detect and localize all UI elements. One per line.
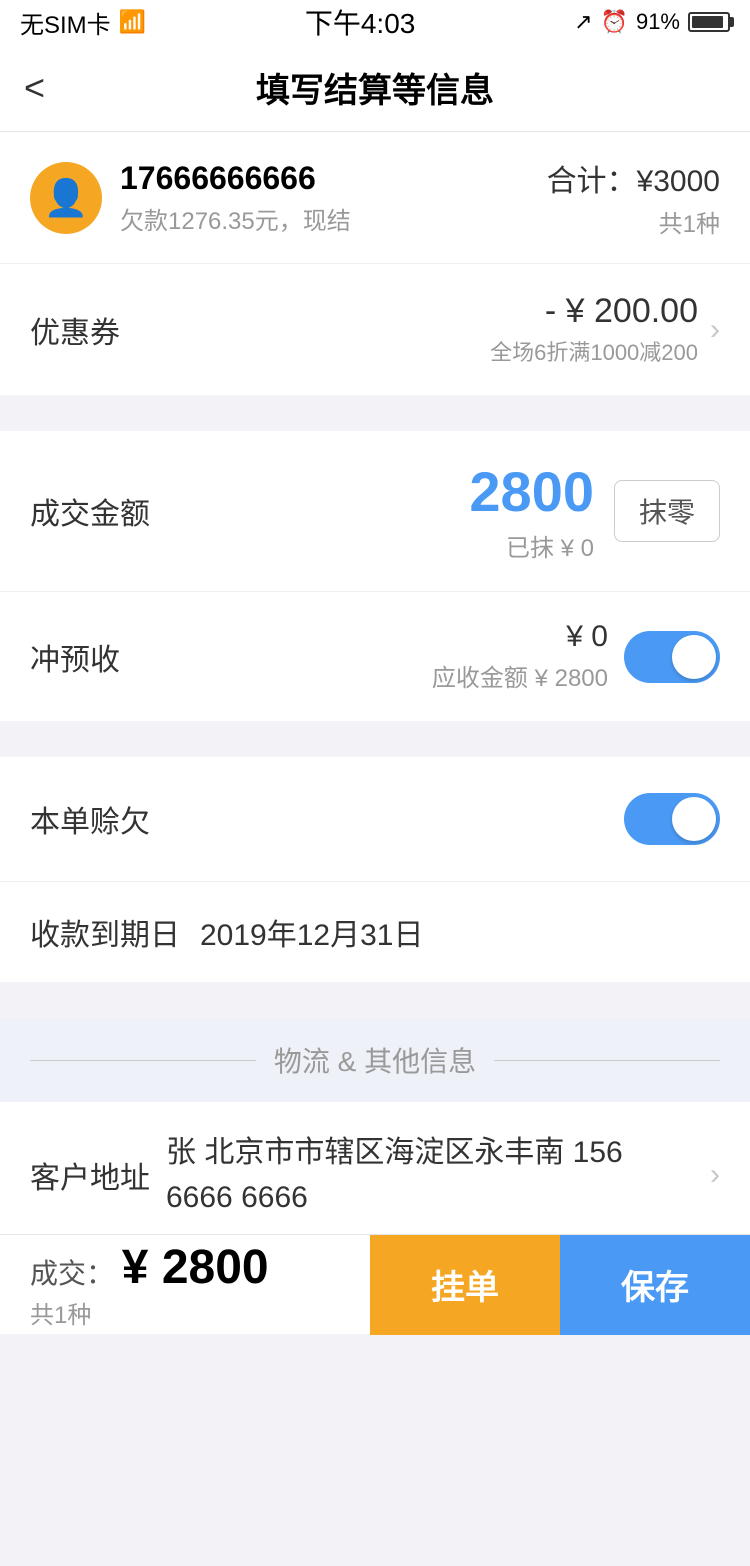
customer-left: 👤 17666666666 欠款1276.35元，现结 <box>30 160 351 236</box>
time-label: 下午4:03 <box>305 2 416 42</box>
back-button[interactable]: < <box>24 67 45 109</box>
footer-deal-amount: ¥ 2800 <box>122 1241 269 1294</box>
pending-button[interactable]: 挂单 <box>370 1235 560 1335</box>
deal-amount-card: 成交金额 2800 已抹 ¥ 0 抹零 冲预收 ¥ 0 应收金额 ¥ 2800 <box>0 431 750 721</box>
coupon-desc: 全场6折满1000减200 <box>490 335 698 367</box>
deal-amount-right: 2800 已抹 ¥ 0 抹零 <box>469 459 720 563</box>
footer-deal-count: 共1种 <box>30 1295 340 1330</box>
total-amount: 合计：¥3000 <box>547 156 720 200</box>
carrier-label: 无SIM卡 <box>20 5 111 40</box>
chong-sub-amount: 应收金额 ¥ 2800 <box>432 658 608 693</box>
bensingle-toggle[interactable] <box>624 793 720 845</box>
footer-spacer <box>0 1466 750 1566</box>
footer-deal-row: 成交： ¥ 2800 <box>30 1240 340 1295</box>
customer-card: 👤 17666666666 欠款1276.35元，现结 合计：¥3000 共1种… <box>0 132 750 395</box>
bensingle-label: 本单赊欠 <box>30 797 150 841</box>
chong-toggle[interactable] <box>624 631 720 683</box>
content: 👤 17666666666 欠款1276.35元，现结 合计：¥3000 共1种… <box>0 132 750 1566</box>
section-divider-3 <box>0 1000 750 1018</box>
page-title: 填写结算等信息 <box>256 63 494 112</box>
alarm-icon: ⏰ <box>601 9 628 35</box>
avatar: 👤 <box>30 162 102 234</box>
coupon-value: - ¥ 200.00 全场6折满1000减200 <box>490 292 698 367</box>
address-row[interactable]: 客户地址 张 北京市市辖区海淀区永丰南 156 6666 6666 › <box>0 1102 750 1248</box>
coupon-label: 优惠券 <box>30 308 120 352</box>
status-left: 无SIM卡 📶 <box>20 5 146 40</box>
logistics-label: 物流 & 其他信息 <box>274 1040 476 1080</box>
footer: 成交： ¥ 2800 共1种 挂单 保存 <box>0 1234 750 1334</box>
section-divider-1 <box>0 413 750 431</box>
chong-yushou-right: ¥ 0 应收金额 ¥ 2800 <box>432 620 720 693</box>
wifi-icon: 📶 <box>119 9 146 35</box>
round-button[interactable]: 抹零 <box>614 480 720 542</box>
customer-row: 👤 17666666666 欠款1276.35元，现结 合计：¥3000 共1种 <box>0 132 750 263</box>
bensingle-toggle-knob <box>672 797 716 841</box>
logistics-line-left <box>30 1060 256 1061</box>
customer-info: 17666666666 欠款1276.35元，现结 <box>120 160 351 236</box>
toggle-knob <box>672 635 716 679</box>
customer-phone: 17666666666 <box>120 160 351 197</box>
logistics-header: 物流 & 其他信息 <box>0 1018 750 1102</box>
footer-left: 成交： ¥ 2800 共1种 <box>0 1240 370 1330</box>
battery-percent: 91% <box>636 9 680 35</box>
customer-debt: 欠款1276.35元，现结 <box>120 201 351 236</box>
chong-yushou-row: 冲预收 ¥ 0 应收金额 ¥ 2800 <box>0 591 750 721</box>
deal-right: 2800 已抹 ¥ 0 <box>469 459 594 563</box>
address-label: 客户地址 <box>30 1153 150 1197</box>
customer-right: 合计：¥3000 共1种 <box>547 156 720 239</box>
deal-amount-sub: 已抹 ¥ 0 <box>469 528 594 563</box>
chong-main-amount: ¥ 0 <box>432 620 608 654</box>
duedate-row: 收款到期日 2019年12月31日 <box>0 881 750 982</box>
address-chevron-icon: › <box>710 1158 720 1192</box>
total-count: 共1种 <box>547 204 720 239</box>
coupon-row[interactable]: 优惠券 - ¥ 200.00 全场6折满1000减200 › <box>0 263 750 395</box>
status-bar: 无SIM卡 📶 下午4:03 ↗ ⏰ 91% <box>0 0 750 44</box>
address-card: 客户地址 张 北京市市辖区海淀区永丰南 156 6666 6666 › <box>0 1102 750 1248</box>
chevron-right-icon: › <box>710 313 720 347</box>
deal-amount-label: 成交金额 <box>30 489 150 533</box>
logistics-line-right <box>494 1060 720 1061</box>
nav-bar: < 填写结算等信息 <box>0 44 750 132</box>
section-divider-2 <box>0 739 750 757</box>
duedate-label: 收款到期日 <box>30 910 180 954</box>
avatar-icon: 👤 <box>44 177 89 219</box>
footer-deal-label: 成交： <box>30 1258 114 1289</box>
coupon-amount: - ¥ 200.00 <box>490 292 698 331</box>
duedate-value: 2019年12月31日 <box>200 910 423 954</box>
coupon-right: - ¥ 200.00 全场6折满1000减200 › <box>490 292 720 367</box>
battery-icon <box>688 12 730 32</box>
location-icon: ↗ <box>574 9 592 35</box>
chong-yushou-label: 冲预收 <box>30 635 120 679</box>
status-right: ↗ ⏰ 91% <box>574 9 730 35</box>
bensingle-card: 本单赊欠 收款到期日 2019年12月31日 <box>0 757 750 982</box>
address-value: 张 北京市市辖区海淀区永丰南 156 6666 6666 <box>166 1130 694 1220</box>
save-button[interactable]: 保存 <box>560 1235 750 1335</box>
bensingle-row: 本单赊欠 <box>0 757 750 881</box>
deal-amount-row: 成交金额 2800 已抹 ¥ 0 抹零 <box>0 431 750 591</box>
deal-amount-value: 2800 <box>469 459 594 524</box>
chong-amounts: ¥ 0 应收金额 ¥ 2800 <box>432 620 608 693</box>
